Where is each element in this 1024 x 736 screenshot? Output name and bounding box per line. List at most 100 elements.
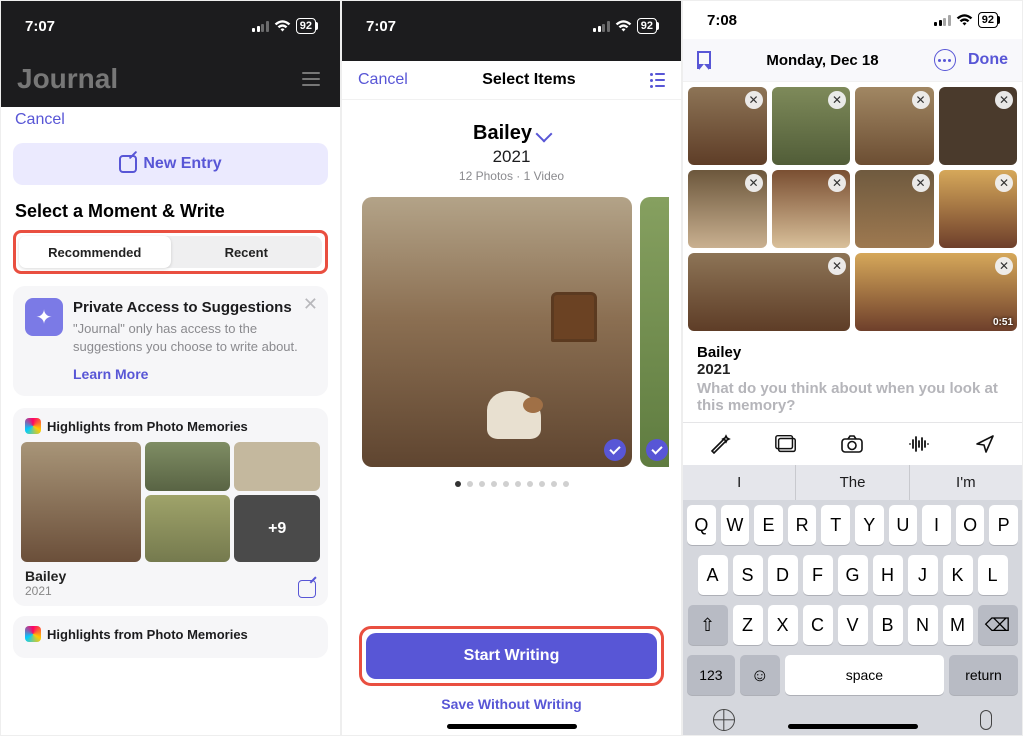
- photo-library-icon[interactable]: [774, 433, 798, 455]
- photo-main[interactable]: [362, 197, 632, 467]
- thumbnail[interactable]: ✕: [855, 87, 934, 165]
- segmented-control: Recommended Recent: [19, 236, 322, 268]
- cellular-icon: [252, 21, 269, 32]
- attached-thumbnails: ✕ ✕ ✕ ✕ ✕ ✕ ✕ ✕ ✕ ✕ 0:51: [683, 82, 1022, 336]
- dictation-icon[interactable]: [980, 710, 992, 730]
- edit-icon[interactable]: [298, 580, 316, 598]
- key[interactable]: H: [873, 555, 903, 595]
- remove-icon[interactable]: ✕: [828, 257, 846, 275]
- key[interactable]: I: [922, 505, 951, 545]
- key[interactable]: B: [873, 605, 903, 645]
- prediction[interactable]: I'm: [910, 465, 1022, 500]
- info-body: Private Access to Suggestions "Journal" …: [73, 298, 316, 384]
- selected-check-icon[interactable]: [646, 439, 668, 461]
- key[interactable]: L: [978, 555, 1008, 595]
- key[interactable]: C: [803, 605, 833, 645]
- start-writing-button[interactable]: Start Writing: [366, 633, 657, 679]
- key[interactable]: K: [943, 555, 973, 595]
- edit-pencil-icon[interactable]: [535, 125, 552, 142]
- tab-recent[interactable]: Recent: [171, 236, 323, 268]
- highlights-card[interactable]: Highlights from Photo Memories: [13, 616, 328, 658]
- new-entry-button[interactable]: New Entry: [13, 143, 328, 185]
- key[interactable]: P: [989, 505, 1018, 545]
- camera-icon[interactable]: [840, 433, 864, 455]
- key[interactable]: W: [721, 505, 750, 545]
- key[interactable]: D: [768, 555, 798, 595]
- status-time: 7:07: [25, 18, 55, 35]
- remove-icon[interactable]: ✕: [995, 174, 1013, 192]
- thumbnail-video[interactable]: ✕ 0:51: [855, 253, 1017, 331]
- more-icon[interactable]: [934, 49, 956, 71]
- photo-next[interactable]: [640, 197, 669, 467]
- key[interactable]: Q: [687, 505, 716, 545]
- remove-icon[interactable]: ✕: [995, 257, 1013, 275]
- thumbnail[interactable]: ✕: [688, 253, 850, 331]
- thumbnail[interactable]: ✕: [772, 170, 851, 248]
- key[interactable]: R: [788, 505, 817, 545]
- key[interactable]: A: [698, 555, 728, 595]
- key[interactable]: V: [838, 605, 868, 645]
- key[interactable]: O: [956, 505, 985, 545]
- key[interactable]: F: [803, 555, 833, 595]
- learn-more-link[interactable]: Learn More: [73, 365, 316, 384]
- audio-wave-icon[interactable]: [907, 433, 931, 455]
- thumbnail[interactable]: ✕: [688, 170, 767, 248]
- key[interactable]: J: [908, 555, 938, 595]
- background-title-bar: Journal: [1, 51, 340, 107]
- remove-icon[interactable]: ✕: [912, 91, 930, 109]
- video-duration: 0:51: [993, 317, 1013, 328]
- location-icon[interactable]: [973, 433, 997, 455]
- cancel-link[interactable]: Cancel: [358, 71, 408, 89]
- space-key[interactable]: space: [785, 655, 944, 695]
- select-items-body: Bailey 2021 12 Photos · 1 Video: [342, 100, 681, 607]
- close-icon[interactable]: ✕: [303, 294, 318, 315]
- nav-bar: Cancel Select Items: [342, 61, 681, 100]
- highlights-card[interactable]: Highlights from Photo Memories +9 Bailey…: [13, 408, 328, 606]
- remove-icon[interactable]: ✕: [912, 174, 930, 192]
- key[interactable]: N: [908, 605, 938, 645]
- emoji-key[interactable]: ☺: [740, 655, 780, 695]
- bookmark-icon[interactable]: [697, 51, 711, 69]
- key[interactable]: Y: [855, 505, 884, 545]
- entry-text-area[interactable]: Bailey 2021 What do you think about when…: [683, 336, 1022, 422]
- remove-icon[interactable]: ✕: [745, 174, 763, 192]
- backspace-key[interactable]: ⌫: [978, 605, 1018, 645]
- key[interactable]: X: [768, 605, 798, 645]
- screen-journal-moments: 7:07 92 Journal Cancel New Entry Select …: [0, 0, 341, 736]
- selected-check-icon[interactable]: [604, 439, 626, 461]
- segment-highlight-box: Recommended Recent: [13, 230, 328, 274]
- key[interactable]: T: [821, 505, 850, 545]
- remove-icon[interactable]: ✕: [828, 91, 846, 109]
- shift-key[interactable]: ⇧: [688, 605, 728, 645]
- key[interactable]: S: [733, 555, 763, 595]
- screen-select-items: 7:07 92 Cancel Select Items Bailey 2021 …: [341, 0, 682, 736]
- key[interactable]: U: [889, 505, 918, 545]
- cancel-link[interactable]: Cancel: [13, 107, 328, 133]
- thumbnail[interactable]: ✕: [939, 170, 1018, 248]
- save-without-writing-link[interactable]: Save Without Writing: [355, 696, 668, 712]
- key[interactable]: M: [943, 605, 973, 645]
- wand-icon[interactable]: [708, 433, 732, 455]
- remove-icon[interactable]: ✕: [995, 91, 1013, 109]
- key[interactable]: Z: [733, 605, 763, 645]
- done-button[interactable]: Done: [968, 51, 1008, 69]
- list-icon[interactable]: [650, 73, 665, 88]
- moments-sheet: Cancel New Entry Select a Moment & Write…: [1, 97, 340, 735]
- key[interactable]: E: [754, 505, 783, 545]
- return-key[interactable]: return: [949, 655, 1018, 695]
- remove-icon[interactable]: ✕: [828, 174, 846, 192]
- thumbnail[interactable]: ✕: [688, 87, 767, 165]
- prediction[interactable]: I: [683, 465, 796, 500]
- start-highlight-box: Start Writing: [359, 626, 664, 686]
- thumbnail[interactable]: ✕: [772, 87, 851, 165]
- thumbnail[interactable]: ✕: [855, 170, 934, 248]
- key[interactable]: G: [838, 555, 868, 595]
- thumbnail[interactable]: ✕: [939, 87, 1018, 165]
- globe-icon[interactable]: [713, 709, 735, 731]
- photo-carousel[interactable]: [354, 197, 669, 467]
- prediction[interactable]: The: [796, 465, 909, 500]
- photos-icon: [25, 626, 41, 642]
- tab-recommended[interactable]: Recommended: [19, 236, 171, 268]
- numbers-key[interactable]: 123: [687, 655, 735, 695]
- remove-icon[interactable]: ✕: [745, 91, 763, 109]
